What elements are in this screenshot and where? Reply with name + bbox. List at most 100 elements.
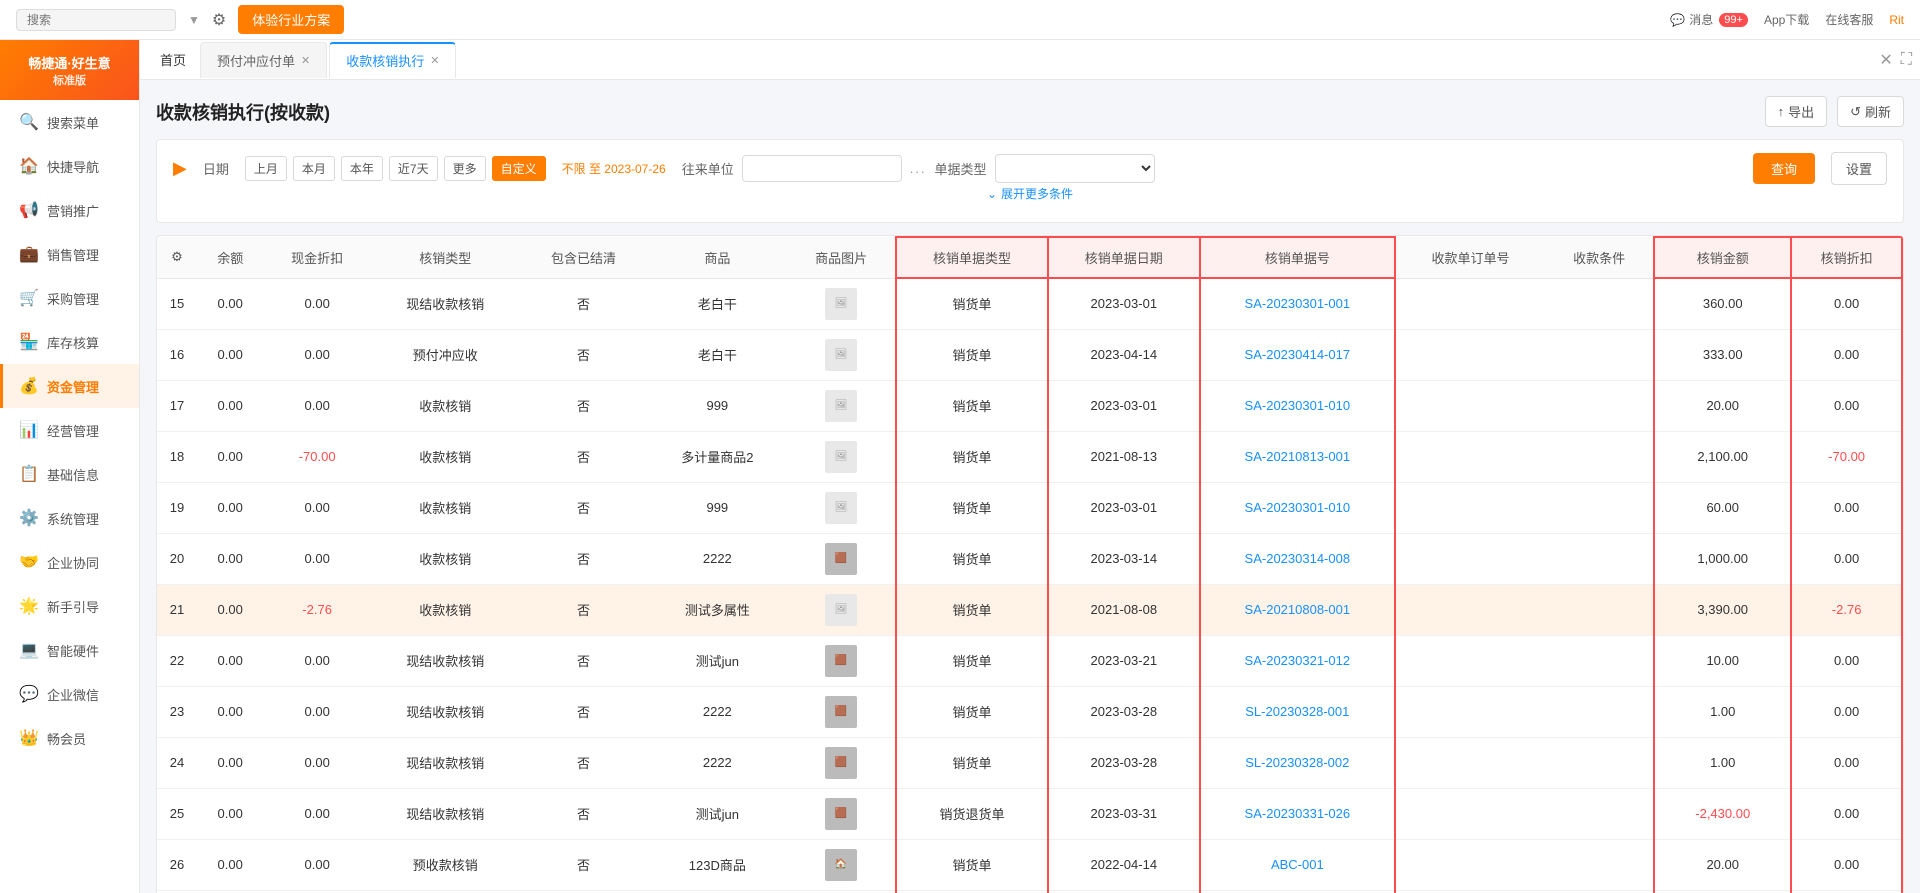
cell-writeoff-amount: -2,430.00 [1654, 788, 1791, 839]
cell-bill-date: 2021-08-08 [1048, 584, 1200, 635]
table-row: 16 0.00 0.00 预付冲应收 否 老白干 🖼 销货单 2023-04-1… [157, 329, 1902, 380]
date-btn-thismonth[interactable]: 本月 [293, 156, 335, 181]
cell-balance: 0.00 [197, 431, 263, 482]
tab-prepay[interactable]: 预付冲应付单 ✕ [200, 42, 327, 78]
cell-receipt-condition [1545, 788, 1654, 839]
table-row: 19 0.00 0.00 收款核销 否 999 🖼 销货单 2023-03-01… [157, 482, 1902, 533]
bill-no-link[interactable]: SA-20230321-012 [1245, 653, 1351, 668]
industry-button[interactable]: 体验行业方案 [238, 5, 344, 34]
product-image: 🟫 [825, 645, 857, 677]
bill-type-select[interactable] [995, 154, 1155, 183]
online-service[interactable]: 在线客服 [1825, 11, 1873, 28]
cell-bill-type: 销货单 [896, 584, 1048, 635]
filter-dates: 上月 本月 本年 近7天 更多 自定义 [245, 156, 546, 181]
cell-no: 15 [157, 278, 197, 329]
app-download[interactable]: App下载 [1764, 11, 1809, 28]
sidebar: 畅捷通·好生意 标准版 🔍搜索菜单🏠快捷导航📢营销推广💼销售管理🛒采购管理🏪库存… [0, 40, 140, 893]
date-btn-custom[interactable]: 自定义 [492, 156, 546, 181]
sidebar-item-purchase[interactable]: 🛒采购管理 [0, 276, 139, 320]
sidebar-item-finance[interactable]: 💰资金管理 [0, 364, 139, 408]
logo-line1: 畅捷通·好生意 [28, 53, 110, 72]
th-writeoff-discount: 核销折扣 [1791, 237, 1902, 278]
enterprise-icon: 🤝 [19, 552, 39, 572]
gear-icon[interactable]: ⚙ [212, 10, 226, 30]
sales-icon: 💼 [19, 244, 39, 264]
counterparty-label: 往来单位 [682, 159, 734, 178]
table-row: 26 0.00 0.00 预收款核销 否 123D商品 🏠 销货单 2022-0… [157, 839, 1902, 890]
date-btn-7days[interactable]: 近7天 [389, 156, 438, 181]
cell-writeoff-amount: 60.00 [1654, 482, 1791, 533]
cell-writeoff-discount: 0.00 [1791, 278, 1902, 329]
sidebar-item-sales[interactable]: 💼销售管理 [0, 232, 139, 276]
search-input[interactable] [16, 9, 176, 31]
sidebar-item-member[interactable]: 👑畅会员 [0, 716, 139, 760]
close-window-icon[interactable]: ✕ [1879, 50, 1892, 70]
tab-receipt[interactable]: 收款核销执行 ✕ [329, 42, 456, 78]
query-button[interactable]: 查询 [1753, 153, 1815, 184]
cell-bill-date: 2023-03-01 [1048, 482, 1200, 533]
product-image: 🖼 [825, 492, 857, 524]
sidebar-item-inventory[interactable]: 🏪库存核算 [0, 320, 139, 364]
cell-writeoff-type: 现结收款核销 [371, 278, 520, 329]
cell-receipt-order-no [1395, 686, 1545, 737]
member-icon: 👑 [19, 728, 39, 748]
bill-no-link[interactable]: SA-20230301-010 [1245, 500, 1351, 515]
settings-button[interactable]: 设置 [1831, 152, 1887, 185]
export-button[interactable]: ↑ 导出 [1765, 96, 1828, 127]
table-header-row: ⚙ 余额 现金折扣 核销类型 包含已结清 商品 商品图片 核销单据类型 核销单据… [157, 237, 1902, 278]
cell-goods: 999 [648, 380, 787, 431]
expand-more[interactable]: ⌄ 展开更多条件 [173, 185, 1887, 202]
bill-no-link[interactable]: SA-20230414-017 [1245, 347, 1351, 362]
bill-no-link[interactable]: SL-20230328-002 [1245, 755, 1349, 770]
tab-receipt-label: 收款核销执行 [346, 51, 424, 70]
cell-goods: 2222 [648, 737, 787, 788]
sidebar-item-wechat[interactable]: 💬企业微信 [0, 672, 139, 716]
refresh-button[interactable]: ↺ 刷新 [1837, 96, 1904, 127]
cell-writeoff-amount: 1.00 [1654, 737, 1791, 788]
bill-no-link[interactable]: ABC-001 [1271, 857, 1324, 872]
tab-receipt-close[interactable]: ✕ [430, 54, 439, 67]
filter-input-wrap: 往来单位 ... 单据类型 [682, 154, 1737, 183]
cell-cash-discount: 0.00 [263, 788, 371, 839]
date-btn-more[interactable]: 更多 [444, 156, 486, 181]
sidebar-item-system[interactable]: ⚙️系统管理 [0, 496, 139, 540]
bill-no-link[interactable]: SA-20230314-008 [1245, 551, 1351, 566]
bill-no-link[interactable]: SA-20230301-001 [1245, 296, 1351, 311]
tab-home[interactable]: 首页 [148, 42, 198, 78]
sidebar-item-enterprise[interactable]: 🤝企业协同 [0, 540, 139, 584]
bill-no-link[interactable]: SA-20210808-001 [1245, 602, 1351, 617]
sidebar-item-guide[interactable]: 🌟新手引导 [0, 584, 139, 628]
sidebar-item-marketing[interactable]: 📢营销推广 [0, 188, 139, 232]
user-label[interactable]: Rit [1889, 13, 1904, 27]
marketing-icon: 📢 [19, 200, 39, 220]
date-btn-thisyear[interactable]: 本年 [341, 156, 383, 181]
chevron-down-icon: ⌄ [987, 187, 997, 201]
maximize-icon[interactable]: ⛶ [1901, 51, 1912, 69]
cell-receipt-condition [1545, 431, 1654, 482]
table-row: 24 0.00 0.00 现结收款核销 否 2222 🟫 销货单 2023-03… [157, 737, 1902, 788]
table-row: 22 0.00 0.00 现结收款核销 否 测试jun 🟫 销货单 2023-0… [157, 635, 1902, 686]
sidebar-item-search[interactable]: 🔍搜索菜单 [0, 100, 139, 144]
bill-no-link[interactable]: SA-20210813-001 [1245, 449, 1351, 464]
sidebar-item-quicknav[interactable]: 🏠快捷导航 [0, 144, 139, 188]
counterparty-input[interactable] [742, 155, 902, 182]
logo-line2: 标准版 [28, 72, 110, 88]
th-settings[interactable]: ⚙ [157, 237, 197, 278]
sidebar-item-hardware[interactable]: 💻智能硬件 [0, 628, 139, 672]
sidebar-item-operations[interactable]: 📊经营管理 [0, 408, 139, 452]
bill-no-link[interactable]: SA-20230331-026 [1245, 806, 1351, 821]
bill-no-link[interactable]: SL-20230328-001 [1245, 704, 1349, 719]
message-icon[interactable]: 💬 消息 99+ [1670, 11, 1748, 28]
cell-goods-image: 🖼 [787, 431, 896, 482]
cell-bill-no: SA-20230314-008 [1200, 533, 1395, 584]
product-image: 🖼 [825, 441, 857, 473]
bill-no-link[interactable]: SA-20230301-010 [1245, 398, 1351, 413]
cell-goods-image: 🖼 [787, 584, 896, 635]
date-btn-lastmonth[interactable]: 上月 [245, 156, 287, 181]
filter-collapse-icon[interactable]: ▶ [173, 158, 187, 179]
sidebar-item-basic[interactable]: 📋基础信息 [0, 452, 139, 496]
cell-cash-discount: 0.00 [263, 278, 371, 329]
tab-prepay-close[interactable]: ✕ [301, 54, 310, 67]
cell-settled: 否 [520, 839, 648, 890]
sidebar-label-hardware: 智能硬件 [47, 641, 99, 660]
